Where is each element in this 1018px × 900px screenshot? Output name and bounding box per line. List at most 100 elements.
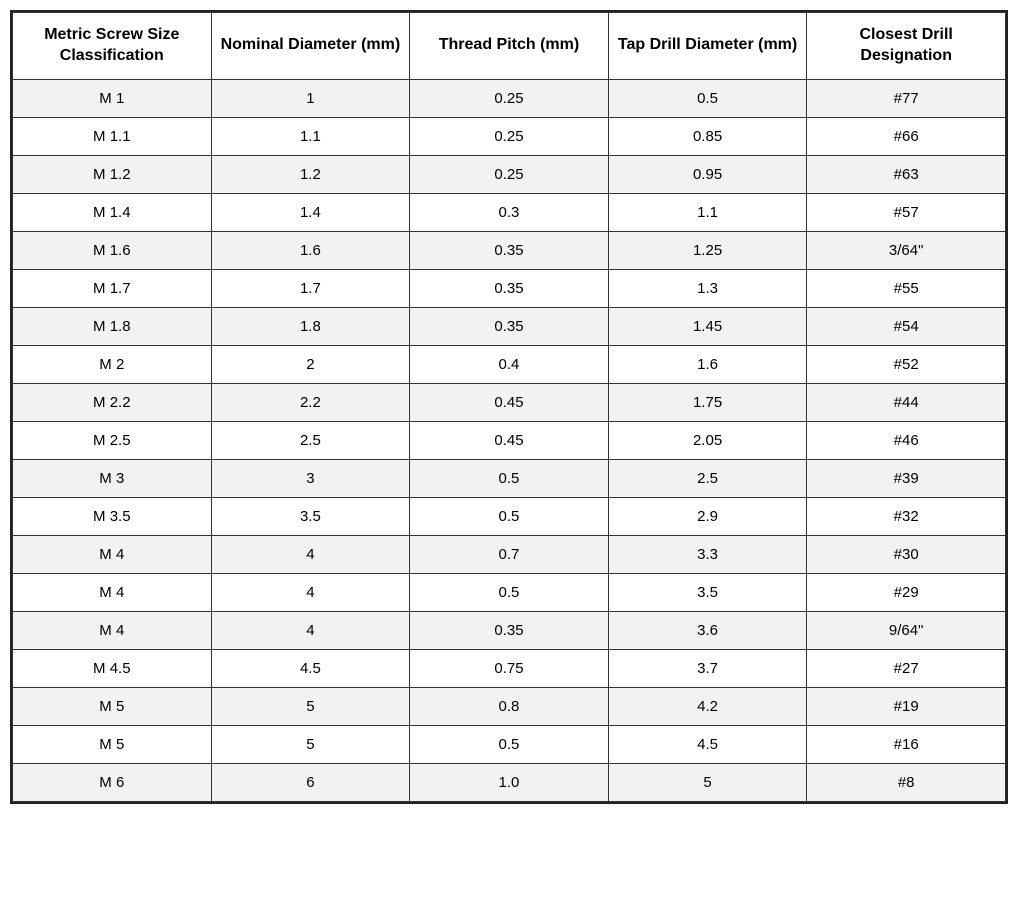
table-cell-r0-c0: M 1 bbox=[13, 79, 212, 117]
table-cell-r3-c1: 1.4 bbox=[211, 193, 410, 231]
table-cell-r18-c1: 6 bbox=[211, 763, 410, 801]
table-row: M 1.21.20.250.95#63 bbox=[13, 155, 1006, 193]
table-cell-r13-c2: 0.5 bbox=[410, 573, 609, 611]
table-row: M 550.54.5#16 bbox=[13, 725, 1006, 763]
table-cell-r1-c3: 0.85 bbox=[608, 117, 807, 155]
table-row: M 2.22.20.451.75#44 bbox=[13, 383, 1006, 421]
table-cell-r14-c1: 4 bbox=[211, 611, 410, 649]
table-cell-r18-c4: #8 bbox=[807, 763, 1006, 801]
table-cell-r8-c2: 0.45 bbox=[410, 383, 609, 421]
table-cell-r10-c4: #39 bbox=[807, 459, 1006, 497]
table-cell-r14-c0: M 4 bbox=[13, 611, 212, 649]
table-cell-r12-c1: 4 bbox=[211, 535, 410, 573]
table-cell-r7-c0: M 2 bbox=[13, 345, 212, 383]
table-cell-r6-c4: #54 bbox=[807, 307, 1006, 345]
table-cell-r4-c4: 3/64" bbox=[807, 231, 1006, 269]
table-cell-r9-c1: 2.5 bbox=[211, 421, 410, 459]
table-row: M 3.53.50.52.9#32 bbox=[13, 497, 1006, 535]
table-cell-r2-c3: 0.95 bbox=[608, 155, 807, 193]
table-cell-r5-c0: M 1.7 bbox=[13, 269, 212, 307]
table-cell-r17-c2: 0.5 bbox=[410, 725, 609, 763]
table-row: M 2.52.50.452.05#46 bbox=[13, 421, 1006, 459]
table-cell-r16-c4: #19 bbox=[807, 687, 1006, 725]
table-cell-r13-c1: 4 bbox=[211, 573, 410, 611]
table-cell-r7-c2: 0.4 bbox=[410, 345, 609, 383]
table-cell-r16-c0: M 5 bbox=[13, 687, 212, 725]
table-cell-r2-c1: 1.2 bbox=[211, 155, 410, 193]
table-cell-r0-c4: #77 bbox=[807, 79, 1006, 117]
table-cell-r3-c2: 0.3 bbox=[410, 193, 609, 231]
table-cell-r0-c3: 0.5 bbox=[608, 79, 807, 117]
table-cell-r8-c0: M 2.2 bbox=[13, 383, 212, 421]
table-cell-r10-c0: M 3 bbox=[13, 459, 212, 497]
table-cell-r12-c3: 3.3 bbox=[608, 535, 807, 573]
table-cell-r15-c1: 4.5 bbox=[211, 649, 410, 687]
table-cell-r11-c3: 2.9 bbox=[608, 497, 807, 535]
table-cell-r0-c1: 1 bbox=[211, 79, 410, 117]
table-cell-r5-c4: #55 bbox=[807, 269, 1006, 307]
table-cell-r8-c4: #44 bbox=[807, 383, 1006, 421]
table-cell-r7-c4: #52 bbox=[807, 345, 1006, 383]
table-cell-r6-c3: 1.45 bbox=[608, 307, 807, 345]
table-cell-r10-c2: 0.5 bbox=[410, 459, 609, 497]
table-cell-r17-c4: #16 bbox=[807, 725, 1006, 763]
table-row: M 1.11.10.250.85#66 bbox=[13, 117, 1006, 155]
table-cell-r10-c3: 2.5 bbox=[608, 459, 807, 497]
table-cell-r1-c4: #66 bbox=[807, 117, 1006, 155]
table-cell-r0-c2: 0.25 bbox=[410, 79, 609, 117]
column-header-0: Metric Screw Size Classification bbox=[13, 13, 212, 80]
table-cell-r14-c3: 3.6 bbox=[608, 611, 807, 649]
table-cell-r4-c1: 1.6 bbox=[211, 231, 410, 269]
table-cell-r17-c0: M 5 bbox=[13, 725, 212, 763]
table-cell-r11-c1: 3.5 bbox=[211, 497, 410, 535]
table-cell-r8-c3: 1.75 bbox=[608, 383, 807, 421]
table-cell-r11-c2: 0.5 bbox=[410, 497, 609, 535]
table-row: M 4.54.50.753.7#27 bbox=[13, 649, 1006, 687]
table-cell-r6-c1: 1.8 bbox=[211, 307, 410, 345]
table-cell-r12-c0: M 4 bbox=[13, 535, 212, 573]
table-row: M 1.41.40.31.1#57 bbox=[13, 193, 1006, 231]
table-cell-r15-c4: #27 bbox=[807, 649, 1006, 687]
table-cell-r2-c0: M 1.2 bbox=[13, 155, 212, 193]
table-cell-r13-c0: M 4 bbox=[13, 573, 212, 611]
table-row: M 550.84.2#19 bbox=[13, 687, 1006, 725]
table-row: M 330.52.5#39 bbox=[13, 459, 1006, 497]
table-row: M 440.73.3#30 bbox=[13, 535, 1006, 573]
table-cell-r15-c0: M 4.5 bbox=[13, 649, 212, 687]
column-header-3: Tap Drill Diameter (mm) bbox=[608, 13, 807, 80]
table-cell-r13-c3: 3.5 bbox=[608, 573, 807, 611]
table-cell-r16-c3: 4.2 bbox=[608, 687, 807, 725]
table-cell-r3-c4: #57 bbox=[807, 193, 1006, 231]
table-row: M 1.71.70.351.3#55 bbox=[13, 269, 1006, 307]
table-cell-r4-c3: 1.25 bbox=[608, 231, 807, 269]
column-header-1: Nominal Diameter (mm) bbox=[211, 13, 410, 80]
table-cell-r16-c2: 0.8 bbox=[410, 687, 609, 725]
table-cell-r6-c0: M 1.8 bbox=[13, 307, 212, 345]
table-cell-r1-c1: 1.1 bbox=[211, 117, 410, 155]
table-row: M 110.250.5#77 bbox=[13, 79, 1006, 117]
table-cell-r11-c4: #32 bbox=[807, 497, 1006, 535]
table-cell-r17-c3: 4.5 bbox=[608, 725, 807, 763]
table-cell-r12-c2: 0.7 bbox=[410, 535, 609, 573]
table-cell-r14-c4: 9/64" bbox=[807, 611, 1006, 649]
table-cell-r18-c2: 1.0 bbox=[410, 763, 609, 801]
table-cell-r7-c3: 1.6 bbox=[608, 345, 807, 383]
column-header-2: Thread Pitch (mm) bbox=[410, 13, 609, 80]
table-cell-r9-c2: 0.45 bbox=[410, 421, 609, 459]
table-cell-r18-c3: 5 bbox=[608, 763, 807, 801]
table-row: M 1.81.80.351.45#54 bbox=[13, 307, 1006, 345]
table-cell-r2-c4: #63 bbox=[807, 155, 1006, 193]
table-cell-r5-c1: 1.7 bbox=[211, 269, 410, 307]
table-cell-r9-c3: 2.05 bbox=[608, 421, 807, 459]
table-row: M 440.353.69/64" bbox=[13, 611, 1006, 649]
table-cell-r14-c2: 0.35 bbox=[410, 611, 609, 649]
table-cell-r3-c0: M 1.4 bbox=[13, 193, 212, 231]
table-cell-r2-c2: 0.25 bbox=[410, 155, 609, 193]
table-cell-r9-c0: M 2.5 bbox=[13, 421, 212, 459]
table-cell-r10-c1: 3 bbox=[211, 459, 410, 497]
table-row: M 220.41.6#52 bbox=[13, 345, 1006, 383]
table-cell-r11-c0: M 3.5 bbox=[13, 497, 212, 535]
table-row: M 661.05#8 bbox=[13, 763, 1006, 801]
table-cell-r5-c2: 0.35 bbox=[410, 269, 609, 307]
table-cell-r6-c2: 0.35 bbox=[410, 307, 609, 345]
